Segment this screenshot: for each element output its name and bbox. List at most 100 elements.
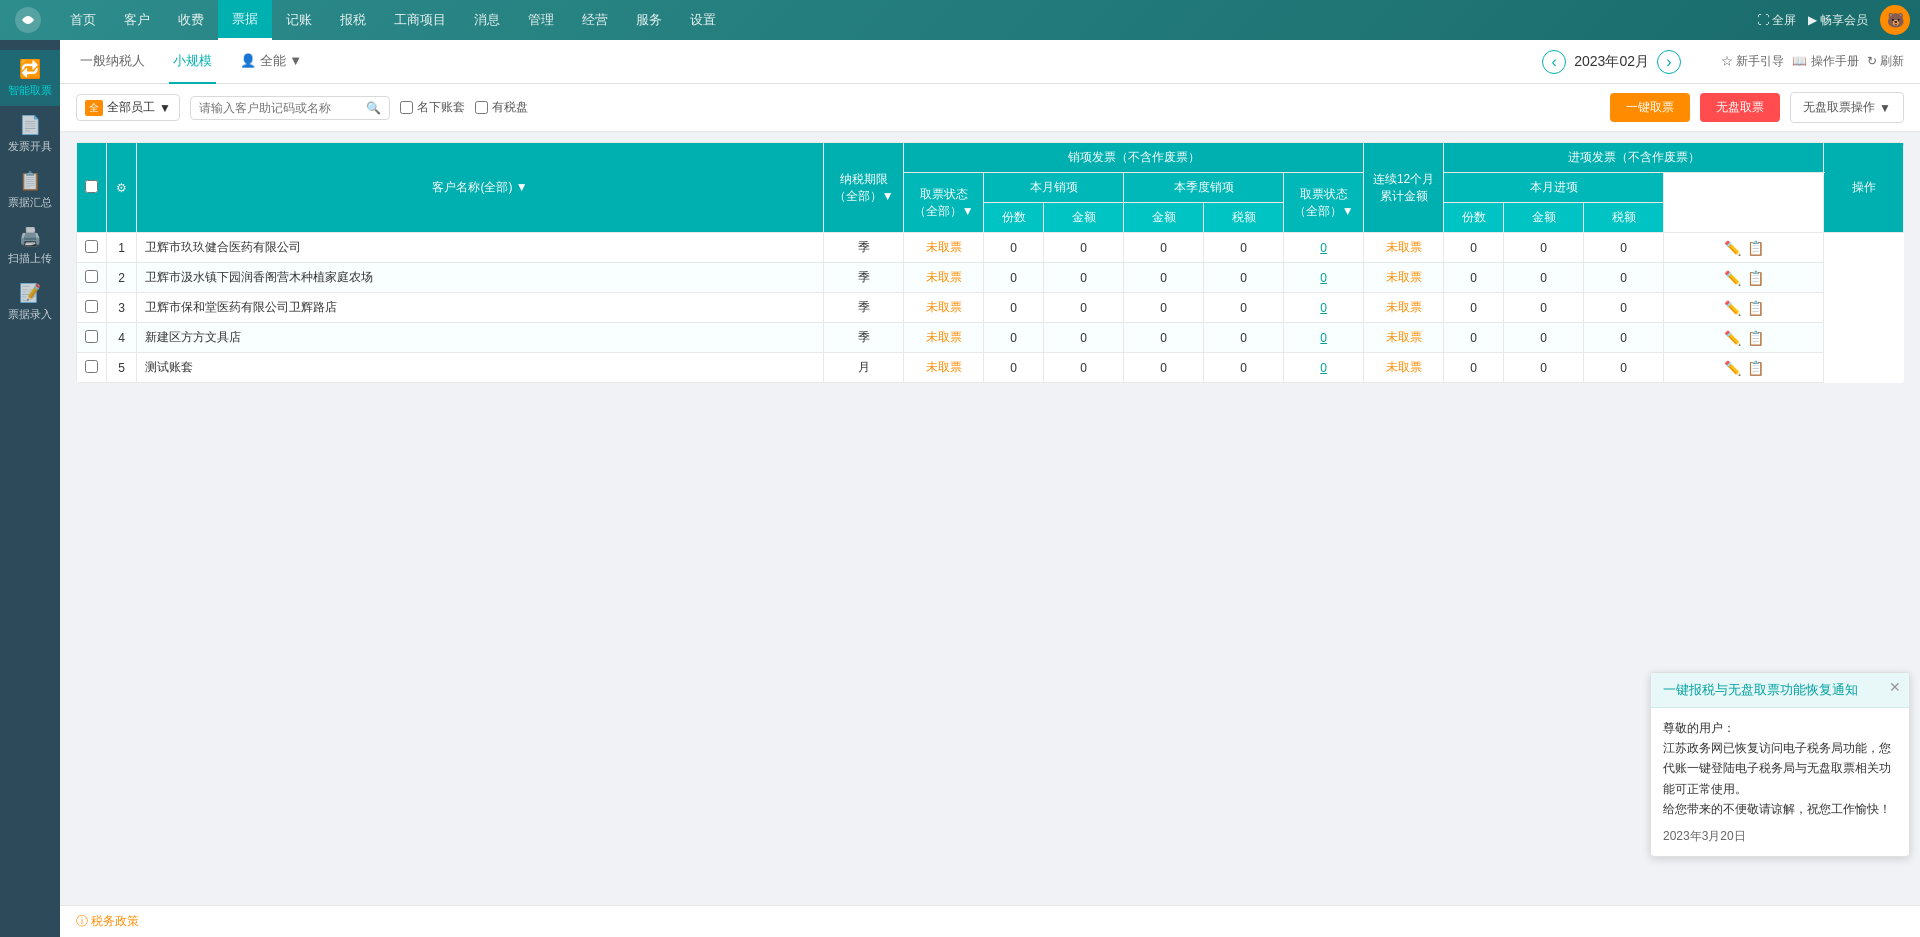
- nav-invoice[interactable]: 票据: [218, 0, 272, 40]
- nav-tax[interactable]: 报税: [326, 0, 380, 40]
- sale-month-th: 本月销项: [984, 173, 1124, 203]
- edit-icon-3[interactable]: ✏️: [1724, 330, 1741, 346]
- row-checkbox-0[interactable]: [77, 233, 107, 263]
- member-btn[interactable]: ▶ 畅享会员: [1808, 12, 1868, 29]
- search-box: 🔍: [190, 96, 390, 120]
- settings-th: ⚙: [107, 143, 137, 233]
- nav-charge[interactable]: 收费: [164, 0, 218, 40]
- tab-all[interactable]: 👤 全能 ▼: [236, 40, 306, 84]
- row-sale-12m-1[interactable]: 0: [1284, 263, 1364, 293]
- sidebar-item-summary[interactable]: 📋 票据汇总: [0, 162, 60, 218]
- has-disk-checkbox[interactable]: [475, 101, 488, 114]
- tab-small-scale[interactable]: 小规模: [169, 40, 216, 84]
- toolbar: 全 全部员工 ▼ 🔍 名下账套 有税盘 一键取票 无盘取票 无盘取票操作 ▼: [60, 84, 1920, 132]
- select-all-checkbox[interactable]: [85, 180, 98, 193]
- dropdown-icon: ▼: [159, 101, 171, 115]
- row-buy-status-3: 未取票: [1364, 323, 1444, 353]
- view-icon-2[interactable]: 📋: [1747, 300, 1764, 316]
- user-avatar[interactable]: 🐻: [1880, 5, 1910, 35]
- row-sale-12m-2[interactable]: 0: [1284, 293, 1364, 323]
- manual-btn[interactable]: 📖 操作手册: [1792, 53, 1858, 70]
- refresh-btn[interactable]: ↻ 刷新: [1867, 53, 1904, 70]
- sidebar-item-smart-invoice[interactable]: 🔁 智能取票: [0, 50, 60, 106]
- fullscreen-btn[interactable]: ⛶ 全屏: [1757, 12, 1796, 29]
- next-date-btn[interactable]: ›: [1657, 50, 1681, 74]
- nav-message[interactable]: 消息: [460, 0, 514, 40]
- notification-text: 尊敬的用户： 江苏政务网已恢复访问电子税务局功能，您代账一键登陆电子税务局与无盘…: [1663, 718, 1897, 820]
- guide-btn[interactable]: ☆ 新手引导: [1721, 53, 1784, 70]
- sidebar-item-issue-invoice[interactable]: 📄 发票开具: [0, 106, 60, 162]
- row-name-3: 新建区方方文具店: [137, 323, 824, 353]
- nav-manage[interactable]: 管理: [514, 0, 568, 40]
- customer-name-th: 客户名称(全部) ▼: [137, 143, 824, 233]
- row-checkbox-2[interactable]: [77, 293, 107, 323]
- all-tab-icon: 👤: [240, 53, 256, 68]
- nav-customer[interactable]: 客户: [110, 0, 164, 40]
- top-nav: 首页 客户 收费 票据 记账 报税 工商项目 消息 管理 经营 服务 设置 ⛶ …: [0, 0, 1920, 40]
- employee-select[interactable]: 全 全部员工 ▼: [76, 94, 180, 121]
- row-sale-12m-0[interactable]: 0: [1284, 233, 1364, 263]
- tax-policy-link[interactable]: 税务政策: [91, 913, 139, 930]
- view-icon-0[interactable]: 📋: [1747, 240, 1764, 256]
- nav-business[interactable]: 工商项目: [380, 0, 460, 40]
- row-sale-status-0: 未取票: [904, 233, 984, 263]
- nav-bookkeep[interactable]: 记账: [272, 0, 326, 40]
- nav-operation[interactable]: 经营: [568, 0, 622, 40]
- checkbox-has-disk[interactable]: 有税盘: [475, 99, 528, 116]
- current-date: 2023年02月: [1574, 53, 1649, 71]
- tab-general-taxpayer[interactable]: 一般纳税人: [76, 40, 149, 84]
- row-buy-status-4: 未取票: [1364, 353, 1444, 383]
- summary-icon: 📋: [19, 170, 41, 192]
- notification-close-btn[interactable]: ✕: [1889, 679, 1901, 695]
- checkbox-owned-accounts[interactable]: 名下账套: [400, 99, 465, 116]
- row-checkbox-4[interactable]: [77, 353, 107, 383]
- search-input[interactable]: [199, 101, 362, 115]
- nav-settings[interactable]: 设置: [676, 0, 730, 40]
- tax-period-th: 纳税期限（全部）▼: [824, 143, 904, 233]
- sidebar-item-scan[interactable]: 🖨️ 扫描上传: [0, 218, 60, 274]
- row-sale-12m-3[interactable]: 0: [1284, 323, 1364, 353]
- sub-tab-actions: ☆ 新手引导 📖 操作手册 ↻ 刷新: [1721, 53, 1904, 70]
- edit-icon-0[interactable]: ✏️: [1724, 240, 1741, 256]
- entry-icon: 📝: [19, 282, 41, 304]
- edit-icon-1[interactable]: ✏️: [1724, 270, 1741, 286]
- row-buy-month-tax-1: 0: [1584, 263, 1664, 293]
- row-num-1: 2: [107, 263, 137, 293]
- sale-month-count-th: 份数: [984, 203, 1044, 233]
- owned-accounts-checkbox[interactable]: [400, 101, 413, 114]
- row-num-0: 1: [107, 233, 137, 263]
- search-icon[interactable]: 🔍: [366, 101, 381, 115]
- no-disk-ops-btn[interactable]: 无盘取票操作 ▼: [1790, 92, 1904, 123]
- smart-invoice-icon: 🔁: [19, 58, 41, 80]
- row-checkbox-1[interactable]: [77, 263, 107, 293]
- nav-home[interactable]: 首页: [56, 0, 110, 40]
- row-buy-month-tax-0: 0: [1584, 233, 1664, 263]
- edit-icon-2[interactable]: ✏️: [1724, 300, 1741, 316]
- settings-icon[interactable]: ⚙: [116, 181, 127, 195]
- app-logo: [10, 2, 46, 38]
- nav-service[interactable]: 服务: [622, 0, 676, 40]
- row-buy-month-amount-1: 0: [1504, 263, 1584, 293]
- view-icon-4[interactable]: 📋: [1747, 360, 1764, 376]
- sidebar-item-label: 票据汇总: [8, 195, 52, 210]
- row-checkbox-3[interactable]: [77, 323, 107, 353]
- table-area: ⚙ 客户名称(全部) ▼ 纳税期限（全部）▼ 销项发票（不含作废票） 连续12个…: [60, 132, 1920, 905]
- one-key-btn[interactable]: 一键取票: [1610, 93, 1690, 122]
- view-icon-3[interactable]: 📋: [1747, 330, 1764, 346]
- row-sale-12m-4[interactable]: 0: [1284, 353, 1364, 383]
- row-sale-quarter-amount-4: 0: [1124, 353, 1204, 383]
- row-buy-month-count-0: 0: [1444, 233, 1504, 263]
- buy-month-th: 本月进项: [1444, 173, 1664, 203]
- issue-invoice-icon: 📄: [19, 114, 41, 136]
- sidebar-item-entry[interactable]: 📝 票据录入: [0, 274, 60, 330]
- view-icon-1[interactable]: 📋: [1747, 270, 1764, 286]
- row-actions-4: ✏️ 📋: [1664, 353, 1824, 383]
- row-sale-quarter-tax-3: 0: [1204, 323, 1284, 353]
- prev-date-btn[interactable]: ‹: [1542, 50, 1566, 74]
- edit-icon-4[interactable]: ✏️: [1724, 360, 1741, 376]
- sale-month-amount-th: 金额: [1044, 203, 1124, 233]
- row-name-0: 卫辉市玖玖健合医药有限公司: [137, 233, 824, 263]
- buy-invoice-group-th: 进项发票（不含作废票）: [1444, 143, 1824, 173]
- no-disk-btn[interactable]: 无盘取票: [1700, 93, 1780, 122]
- row-buy-month-amount-0: 0: [1504, 233, 1584, 263]
